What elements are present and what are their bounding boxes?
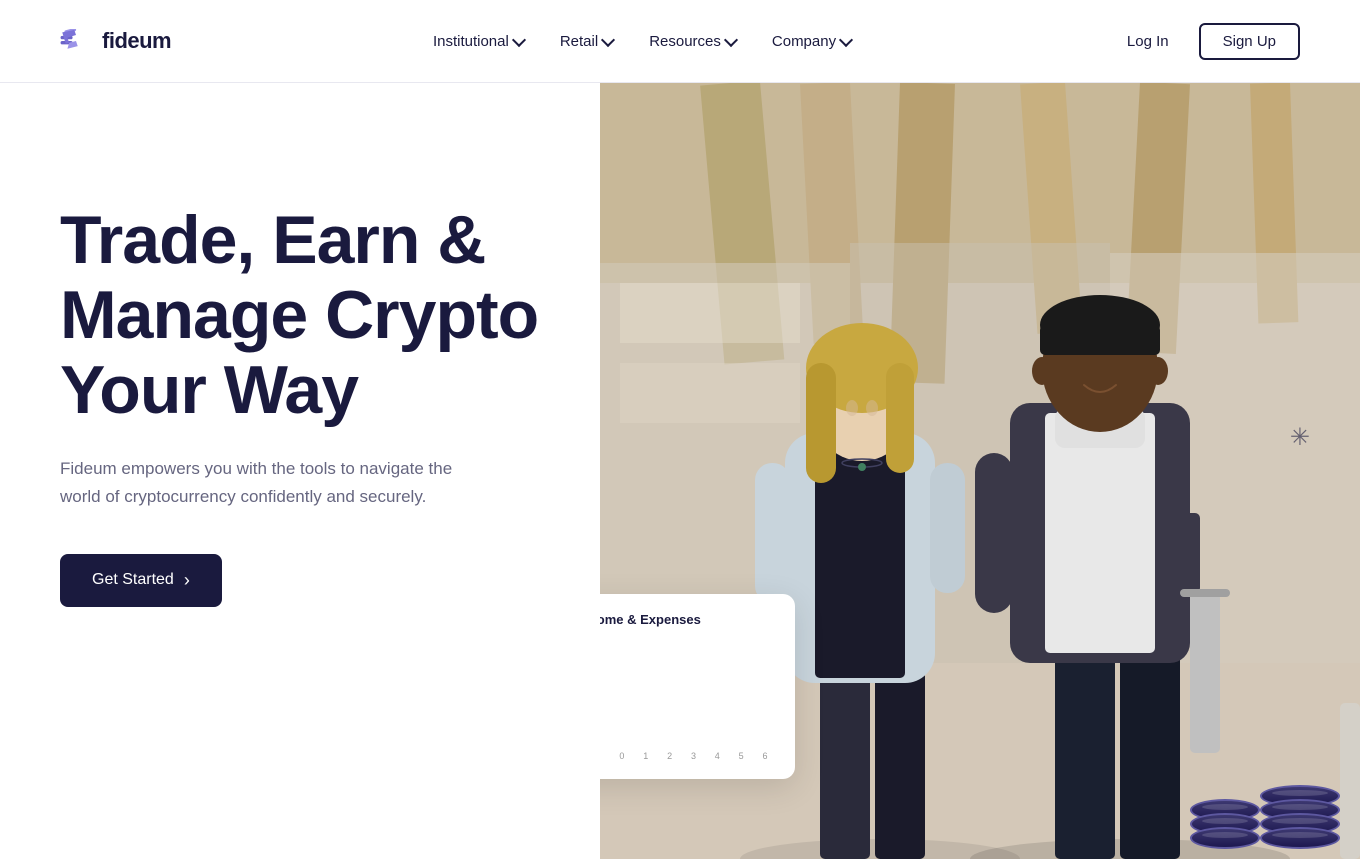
nav-item-company[interactable]: Company (758, 25, 865, 58)
hero-content: Trade, Earn & Manage Crypto Your Way Fid… (0, 83, 680, 667)
chart-card-title: Income & Expenses (600, 612, 777, 627)
chart-card: Income & Expenses 100k 75k 50k 25k 0 (600, 594, 795, 779)
nav-label-retail: Retail (560, 33, 598, 50)
star-decoration: ✳ (1290, 423, 1310, 452)
chart-bars (610, 641, 777, 743)
get-started-label: Get Started (92, 571, 174, 589)
hero-section: Trade, Earn & Manage Crypto Your Way Fid… (0, 83, 1360, 859)
nav-label-resources: Resources (649, 33, 721, 50)
chart-x-label-0: 0 (619, 751, 624, 761)
chart-x-label-1: 1 (643, 751, 648, 761)
brand-name: fideum (102, 28, 171, 54)
nav-label-institutional: Institutional (433, 33, 509, 50)
chevron-down-icon (724, 32, 738, 46)
chart-x-label-2: 2 (667, 751, 672, 761)
coins-decoration (1160, 689, 1360, 849)
chart-area: 100k 75k 50k 25k 0 (600, 641, 777, 761)
chart-x-label-3: 3 (691, 751, 696, 761)
nav-item-resources[interactable]: Resources (635, 25, 750, 58)
nav-actions: Log In Sign Up (1113, 23, 1300, 60)
nav-label-company: Company (772, 33, 836, 50)
chevron-down-icon (512, 32, 526, 46)
logo-icon (60, 29, 92, 53)
signup-button[interactable]: Sign Up (1199, 23, 1300, 60)
chart-x-label-6: 6 (762, 751, 767, 761)
chart-x-label-5: 5 (739, 751, 744, 761)
nav-item-institutional[interactable]: Institutional (419, 25, 538, 58)
chevron-down-icon (839, 32, 853, 46)
hero-image-area: ✳ Income & Expenses 100k 75k 5 (600, 83, 1360, 859)
nav-item-retail[interactable]: Retail (546, 25, 627, 58)
navbar: fideum Institutional Retail Resources Co… (0, 0, 1360, 83)
nav-links: Institutional Retail Resources Company (419, 25, 865, 58)
hero-title: Trade, Earn & Manage Crypto Your Way (60, 203, 620, 427)
login-button[interactable]: Log In (1113, 25, 1183, 58)
get-started-button[interactable]: Get Started › (60, 554, 222, 607)
arrow-right-icon: › (184, 570, 190, 591)
hero-subtitle: Fideum empowers you with the tools to na… (60, 455, 480, 509)
chart-x-axis: 0 1 2 3 4 5 6 (610, 751, 777, 761)
logo[interactable]: fideum (60, 28, 171, 54)
chevron-down-icon (601, 32, 615, 46)
chart-x-label-4: 4 (715, 751, 720, 761)
